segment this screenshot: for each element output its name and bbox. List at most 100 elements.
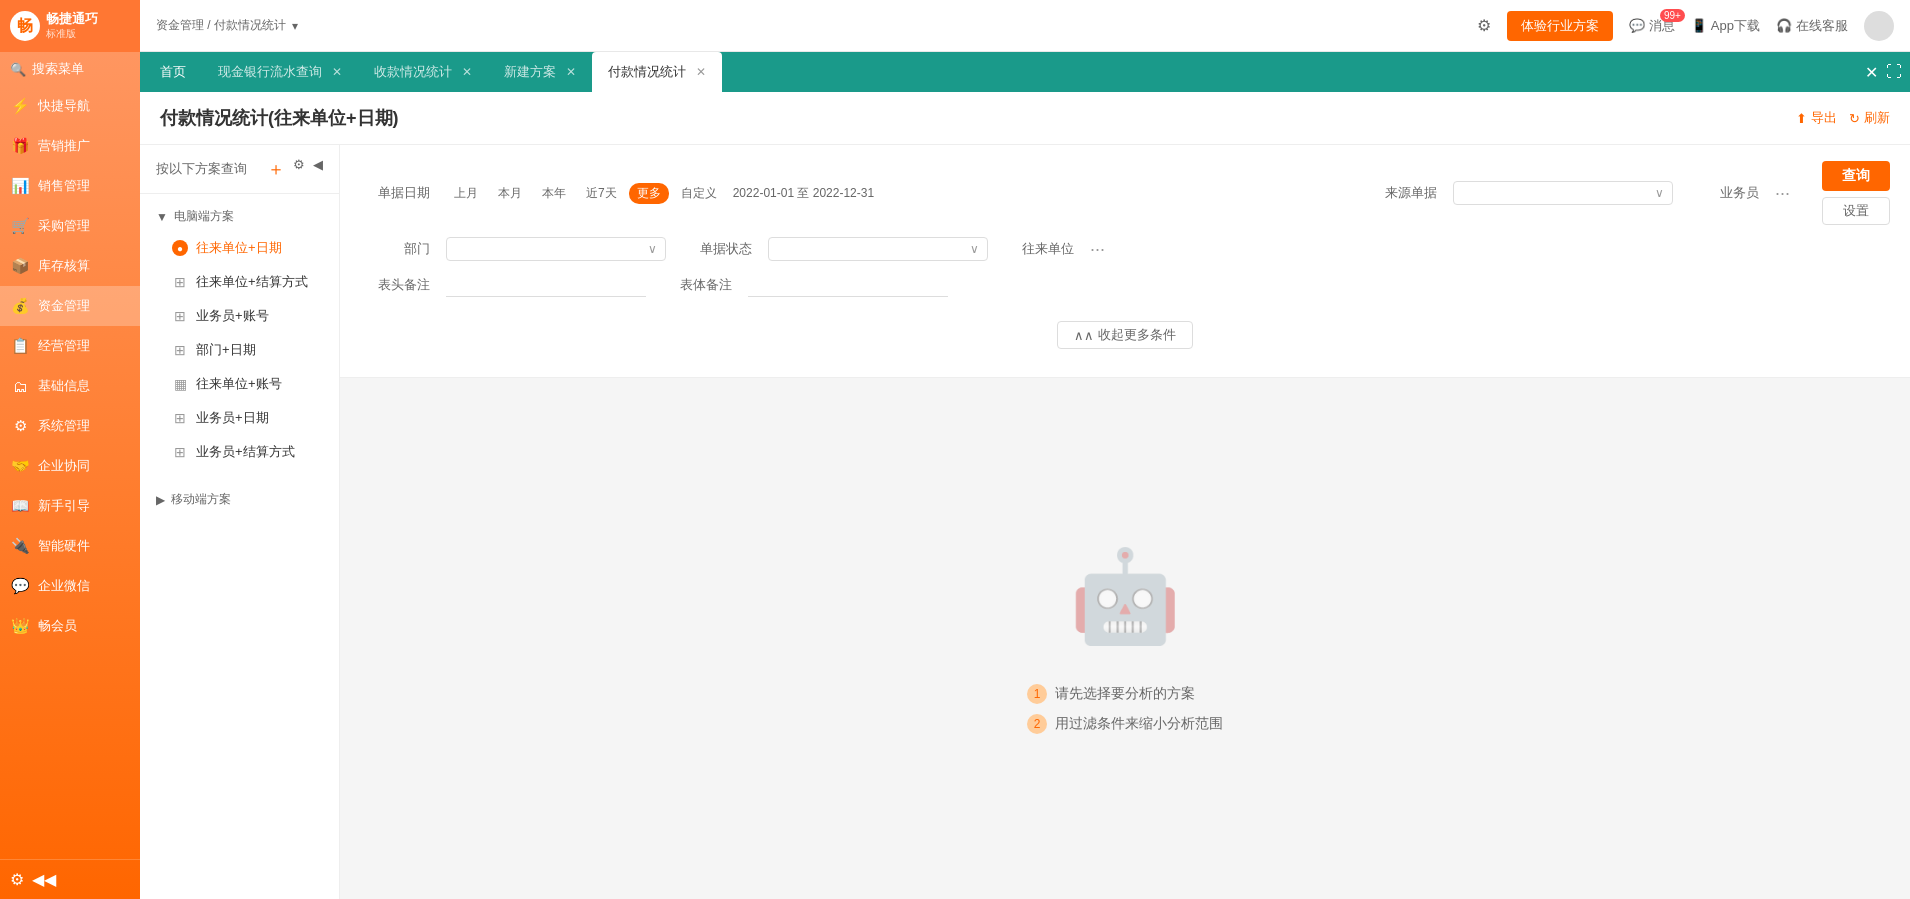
desktop-group-toggle[interactable]: ▼ 电脑端方案: [140, 202, 339, 231]
table-header-note-input[interactable]: [446, 273, 646, 297]
refresh-btn[interactable]: ↻ 刷新: [1849, 109, 1890, 127]
empty-illustration: 🤖: [1065, 544, 1185, 664]
dept-select[interactable]: ∨: [446, 237, 666, 261]
tab-bar: 首页 现金银行流水查询 ✕ 收款情况统计 ✕ 新建方案 ✕ 付款情况统计 ✕ ✕…: [140, 52, 1910, 92]
sidebar-item-basic-info[interactable]: 🗂 基础信息: [0, 366, 140, 406]
user-avatar[interactable]: [1864, 11, 1894, 41]
operations-icon: 📋: [10, 336, 30, 356]
related-unit-dots-btn[interactable]: ···: [1090, 239, 1105, 260]
page-header-actions: ⬆ 导出 ↻ 刷新: [1796, 109, 1890, 127]
collapse-panel-icon[interactable]: ◀: [313, 157, 323, 181]
date-tab-last-month[interactable]: 上月: [446, 183, 486, 204]
filter-row-2: 部门 ∨ 单据状态 ∨ 往来单位 ···: [360, 237, 1890, 261]
message-icon: 💬: [1629, 18, 1645, 33]
mobile-group-chevron-icon: ▶: [156, 493, 165, 507]
tab-receivables[interactable]: 收款情况统计 ✕: [358, 52, 488, 92]
collapse-filter-btn[interactable]: ∧∧ 收起更多条件: [1057, 321, 1193, 349]
expand-tabs-icon[interactable]: ⛶: [1886, 63, 1902, 81]
logo-text: 畅捷通巧 标准版: [46, 11, 98, 42]
service-icon: 🎧: [1776, 18, 1792, 33]
voucher-status-select[interactable]: ∨: [768, 237, 988, 261]
mobile-group-toggle[interactable]: ▶ 移动端方案: [140, 485, 339, 514]
staff-dots-btn[interactable]: ···: [1775, 183, 1790, 204]
date-tabs: 上月 本月 本年 近7天 更多 自定义: [446, 183, 725, 204]
tip-num-2: 2: [1027, 714, 1047, 734]
trial-btn[interactable]: 体验行业方案: [1507, 11, 1613, 41]
sidebar-nav: ⚡ 快捷导航 🎁 营销推广 📊 销售管理 🛒 采购管理 📦 库存核算 💰 资金管…: [0, 86, 140, 859]
collapse-up-icon: ∧∧: [1074, 328, 1094, 343]
enterprise-icon: 🤝: [10, 456, 30, 476]
scheme-bar-icon: ▦: [172, 376, 188, 392]
date-tab-custom[interactable]: 自定义: [673, 183, 725, 204]
date-tab-last-7[interactable]: 近7天: [578, 183, 625, 204]
header-settings-icon[interactable]: ⚙: [1477, 16, 1491, 35]
sidebar-item-purchase[interactable]: 🛒 采购管理: [0, 206, 140, 246]
left-panel: 按以下方案查询 ＋ ⚙ ◀ ▼ 电脑端方案 ● 往来单位+日期: [140, 145, 340, 899]
date-range-display: 2022-01-01 至 2022-12-31: [733, 185, 874, 202]
sidebar-item-marketing[interactable]: 🎁 营销推广: [0, 126, 140, 166]
member-icon: 👑: [10, 616, 30, 636]
refresh-icon: ↻: [1849, 111, 1860, 126]
voucher-status-label: 单据状态: [682, 240, 752, 258]
tab-close-bank-flow[interactable]: ✕: [332, 65, 342, 79]
scheme-chart-icon: ⊞: [172, 444, 188, 460]
date-tab-this-year[interactable]: 本年: [534, 183, 574, 204]
tab-payment-stats[interactable]: 付款情况统计 ✕: [592, 52, 722, 92]
dept-chevron-icon: ∨: [648, 242, 657, 256]
scheme-item-staff-settle[interactable]: ⊞ 业务员+结算方式: [140, 435, 339, 469]
query-btn[interactable]: 查询: [1822, 161, 1890, 191]
search-icon: 🔍: [10, 62, 26, 77]
scheme-item-unit-account[interactable]: ▦ 往来单位+账号: [140, 367, 339, 401]
search-menu[interactable]: 🔍 搜索菜单: [0, 52, 140, 86]
left-panel-icons: ＋ ⚙ ◀: [267, 157, 323, 181]
settings-btn[interactable]: 设置: [1822, 197, 1890, 225]
sidebar-item-operations[interactable]: 📋 经营管理: [0, 326, 140, 366]
scheme-item-staff-account[interactable]: ⊞ 业务员+账号: [140, 299, 339, 333]
date-tab-this-month[interactable]: 本月: [490, 183, 530, 204]
tab-controls: ✕ ⛶: [1865, 63, 1910, 82]
tab-close-new-scheme[interactable]: ✕: [566, 65, 576, 79]
right-panel: 单据日期 上月 本月 本年 近7天 更多 自定义 2022-01-01 至 20…: [340, 145, 1910, 899]
scheme-item-unit-settle[interactable]: ⊞ 往来单位+结算方式: [140, 265, 339, 299]
inventory-icon: 📦: [10, 256, 30, 276]
tab-home[interactable]: 首页: [144, 52, 202, 92]
sidebar-item-member[interactable]: 👑 畅会员: [0, 606, 140, 646]
tab-close-receivables[interactable]: ✕: [462, 65, 472, 79]
sidebar-item-inventory[interactable]: 📦 库存核算: [0, 246, 140, 286]
tab-close-payment-stats[interactable]: ✕: [696, 65, 706, 79]
empty-tip-2: 2 用过滤条件来缩小分析范围: [1027, 714, 1223, 734]
filter-row-3: 表头备注 表体备注: [360, 273, 1890, 297]
scheme-item-unit-date[interactable]: ● 往来单位+日期: [140, 231, 339, 265]
quick-nav-icon: ⚡: [10, 96, 30, 116]
scheme-settings-icon[interactable]: ⚙: [293, 157, 305, 181]
app-download-btn[interactable]: 📱 App下载: [1691, 17, 1760, 35]
settings-bottom-icon[interactable]: ⚙: [10, 870, 24, 889]
export-btn[interactable]: ⬆ 导出: [1796, 109, 1837, 127]
filter-area: 单据日期 上月 本月 本年 近7天 更多 自定义 2022-01-01 至 20…: [340, 145, 1910, 378]
sidebar-item-finance[interactable]: 💰 资金管理: [0, 286, 140, 326]
tab-new-scheme[interactable]: 新建方案 ✕: [488, 52, 592, 92]
sidebar-item-smart-hw[interactable]: 🔌 智能硬件: [0, 526, 140, 566]
scheme-chart-icon: ⊞: [172, 308, 188, 324]
customer-service-btn[interactable]: 🎧 在线客服: [1776, 17, 1848, 35]
add-scheme-icon[interactable]: ＋: [267, 157, 285, 181]
date-tab-more[interactable]: 更多: [629, 183, 669, 204]
close-all-tabs-icon[interactable]: ✕: [1865, 63, 1878, 82]
sidebar-item-system[interactable]: ⚙ 系统管理: [0, 406, 140, 446]
scheme-item-dept-date[interactable]: ⊞ 部门+日期: [140, 333, 339, 367]
collapse-sidebar-icon[interactable]: ◀◀: [32, 870, 56, 889]
sidebar-item-guide[interactable]: 📖 新手引导: [0, 486, 140, 526]
sidebar-item-wechat[interactable]: 💬 企业微信: [0, 566, 140, 606]
scheme-item-staff-date[interactable]: ⊞ 业务员+日期: [140, 401, 339, 435]
sidebar-logo: 畅 畅捷通巧 标准版: [0, 0, 140, 52]
sidebar-item-sales[interactable]: 📊 销售管理: [0, 166, 140, 206]
sidebar-item-enterprise[interactable]: 🤝 企业协同: [0, 446, 140, 486]
sidebar-item-quick-nav[interactable]: ⚡ 快捷导航: [0, 86, 140, 126]
table-body-note-input[interactable]: [748, 273, 948, 297]
finance-icon: 💰: [10, 296, 30, 316]
messages-btn[interactable]: 💬 消息 99+: [1629, 17, 1675, 35]
smart-hw-icon: 🔌: [10, 536, 30, 556]
source-select[interactable]: ∨: [1453, 181, 1673, 205]
export-icon: ⬆: [1796, 111, 1807, 126]
tab-bank-flow[interactable]: 现金银行流水查询 ✕: [202, 52, 358, 92]
